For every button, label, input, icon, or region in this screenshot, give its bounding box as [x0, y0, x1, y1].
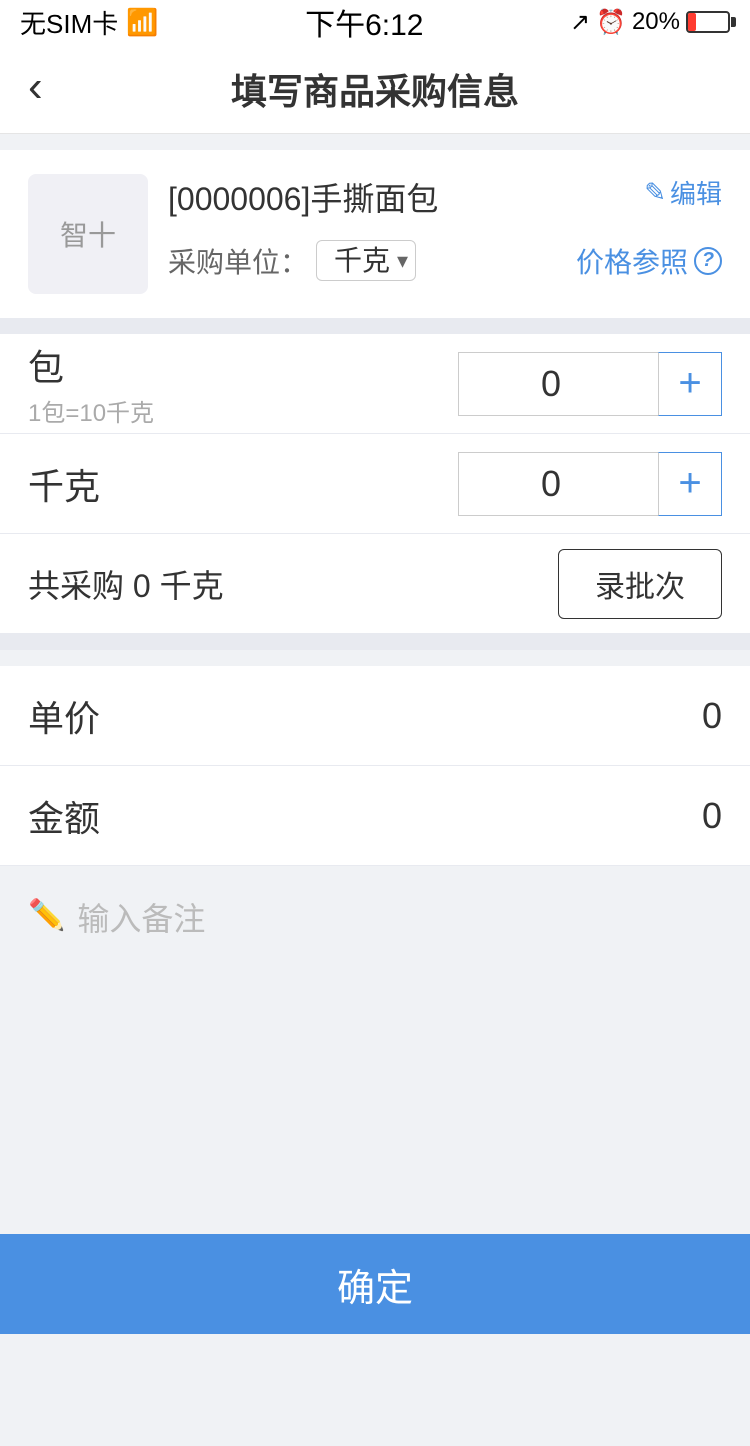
product-name: [0000006]手撕面包 — [168, 174, 438, 220]
price-ref-label: 价格参照 — [576, 241, 688, 281]
edit-button[interactable]: ✎ 编辑 — [644, 174, 722, 211]
bag-label-group: 包 1包=10千克 — [28, 339, 458, 428]
unit-select[interactable]: 千克 包 — [316, 240, 416, 281]
bag-input-row: 包 1包=10千克 + — [0, 334, 750, 434]
bag-input-control: + — [458, 352, 722, 416]
section-divider-1 — [0, 318, 750, 334]
unit-price-value: 0 — [702, 695, 722, 737]
product-info: [0000006]手撕面包 ✎ 编辑 采购单位： 千克 包 价格参照 ? — [168, 174, 722, 281]
carrier-text: 无SIM卡 — [20, 4, 118, 41]
product-top-row: [0000006]手撕面包 ✎ 编辑 — [168, 174, 722, 220]
kg-label-group: 千克 — [28, 458, 458, 510]
record-batch-button[interactable]: 录批次 — [558, 549, 722, 619]
status-time: 下午6:12 — [305, 0, 423, 44]
info-section: 单价 0 金额 0 — [0, 666, 750, 866]
purchase-unit-label: 采购单位： — [168, 241, 308, 281]
nav-bar: ‹ 填写商品采购信息 — [0, 44, 750, 134]
kg-plus-button[interactable]: + — [658, 452, 722, 516]
unit-select-wrapper[interactable]: 千克 包 — [316, 240, 416, 281]
status-right: ↗ ⏰ 20% — [570, 8, 730, 37]
confirm-button[interactable]: 确定 — [0, 1234, 750, 1334]
edit-label: 编辑 — [670, 174, 722, 211]
kg-label: 千克 — [28, 458, 458, 510]
status-bar: 无SIM卡 📶 下午6:12 ↗ ⏰ 20% — [0, 0, 750, 44]
total-amount: 0 — [133, 568, 151, 604]
pencil-icon: ✏️ — [28, 898, 65, 933]
bag-quantity-input[interactable] — [458, 352, 658, 416]
section-divider-2 — [0, 634, 750, 650]
page-title: 填写商品采购信息 — [231, 63, 519, 115]
kg-quantity-input[interactable] — [458, 452, 658, 516]
bag-sublabel: 1包=10千克 — [28, 393, 458, 428]
unit-selector-group: 采购单位： 千克 包 — [168, 240, 416, 281]
price-ref-button[interactable]: 价格参照 ? — [576, 241, 722, 281]
amount-label: 金额 — [28, 790, 702, 842]
status-left: 无SIM卡 📶 — [20, 4, 159, 41]
bag-plus-button[interactable]: + — [658, 352, 722, 416]
product-card: 智十 [0000006]手撕面包 ✎ 编辑 采购单位： 千克 包 价格参照 — [0, 150, 750, 318]
battery-percent: 20% — [632, 8, 680, 36]
amount-value: 0 — [702, 795, 722, 837]
notes-section[interactable]: ✏️ 输入备注 — [0, 866, 750, 1066]
back-button[interactable]: ‹ — [28, 65, 43, 109]
bag-label: 包 — [28, 339, 458, 391]
edit-icon: ✎ — [644, 177, 666, 208]
total-unit: 千克 — [160, 568, 224, 604]
unit-price-row: 单价 0 — [0, 666, 750, 766]
price-ref-icon: ? — [694, 247, 722, 275]
alarm-icon: ⏰ — [596, 8, 626, 37]
battery-icon — [686, 11, 730, 33]
input-section: 包 1包=10千克 + 千克 + — [0, 334, 750, 534]
product-image: 智十 — [28, 174, 148, 294]
product-logo: 智十 — [60, 214, 116, 254]
notes-placeholder: 输入备注 — [77, 894, 205, 940]
kg-input-control: + — [458, 452, 722, 516]
purchase-unit-row: 采购单位： 千克 包 价格参照 ? — [168, 240, 722, 281]
kg-input-row: 千克 + — [0, 434, 750, 534]
total-label: 共采购 0 千克 — [28, 561, 558, 607]
wifi-icon: 📶 — [126, 7, 158, 38]
unit-price-label: 单价 — [28, 690, 702, 742]
location-icon: ↗ — [570, 8, 590, 37]
amount-row: 金额 0 — [0, 766, 750, 866]
total-text: 共采购 — [28, 568, 124, 604]
total-row: 共采购 0 千克 录批次 — [0, 534, 750, 634]
